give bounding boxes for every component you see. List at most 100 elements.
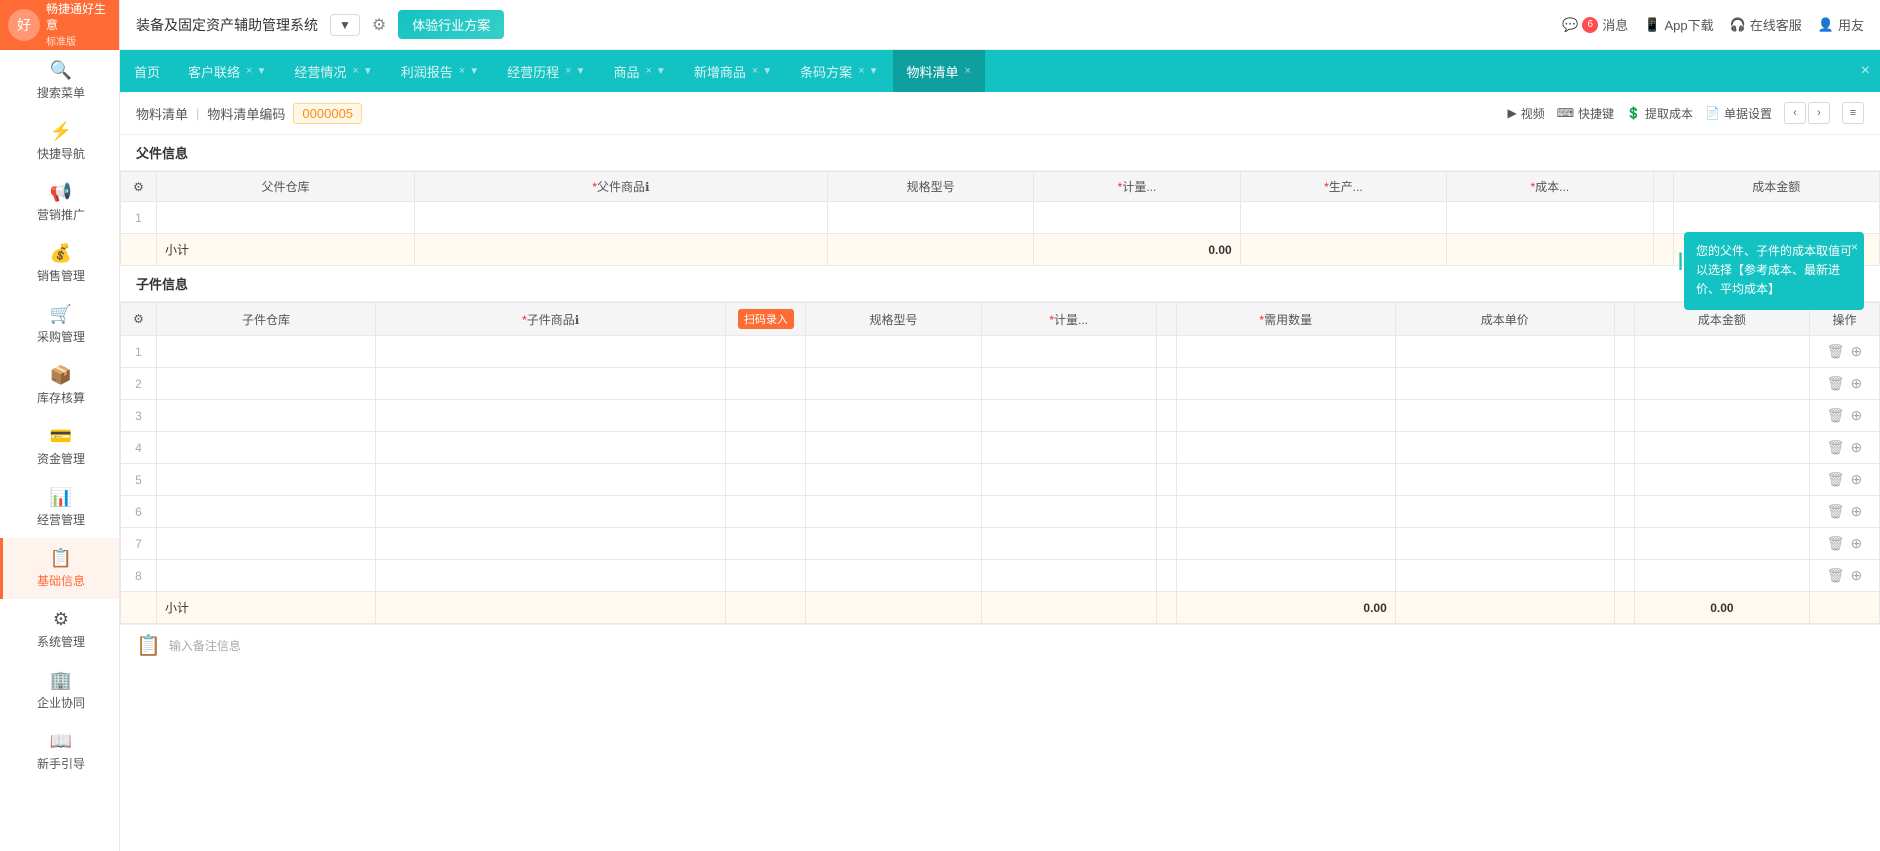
child-row-1-unit[interactable]	[981, 336, 1156, 368]
delete-icon-row6[interactable]: 🗑	[1827, 503, 1845, 520]
child-row-3-product[interactable]	[376, 400, 726, 432]
child-row-1-unit-cost[interactable]	[1395, 336, 1614, 368]
th-child-settings[interactable]: ⚙	[121, 303, 157, 336]
child-row-2-unit[interactable]	[981, 368, 1156, 400]
toolbar-menu-btn[interactable]: ≡	[1842, 102, 1864, 124]
sidebar-item-quick-nav[interactable]: ⚡ 快捷导航	[0, 111, 119, 172]
child-row-7-unit[interactable]	[981, 528, 1156, 560]
app-download-button[interactable]: 📱 App下载	[1644, 15, 1713, 34]
child-row-2-warehouse[interactable]	[157, 368, 376, 400]
copy-icon-row2[interactable]: ⊕	[1851, 375, 1863, 392]
nav-next-btn[interactable]: ›	[1808, 102, 1830, 124]
toolbar-video[interactable]: ▶ 视频	[1507, 105, 1544, 122]
tab-history[interactable]: 经营历程 × ▼	[493, 50, 599, 92]
tab-goods[interactable]: 商品 × ▼	[599, 50, 679, 92]
child-row-4-qty[interactable]	[1176, 432, 1395, 464]
copy-icon-row6[interactable]: ⊕	[1851, 503, 1863, 520]
delete-icon-row5[interactable]: 🗑	[1827, 471, 1845, 488]
sidebar-item-system[interactable]: ⚙ 系统管理	[0, 599, 119, 660]
breadcrumb-item-1[interactable]: 物料清单	[136, 104, 188, 123]
parent-cost-cell[interactable]	[1447, 202, 1653, 234]
tab-bom[interactable]: 物料清单 ×	[893, 50, 985, 92]
sidebar-item-marketing[interactable]: 📢 营销推广	[0, 172, 119, 233]
child-row-6-unit[interactable]	[981, 496, 1156, 528]
delete-icon-row7[interactable]: 🗑	[1827, 535, 1845, 552]
child-row-7-product[interactable]	[376, 528, 726, 560]
sidebar-item-sales[interactable]: 💰 销售管理	[0, 233, 119, 294]
toolbar-shortcut[interactable]: ⌨ 快捷键	[1557, 105, 1614, 122]
parent-unit-cell[interactable]	[1034, 202, 1240, 234]
note-placeholder[interactable]: 输入备注信息	[169, 637, 241, 654]
toolbar-single-settings[interactable]: 📄 单据设置	[1705, 105, 1772, 122]
copy-icon-row1[interactable]: ⊕	[1851, 343, 1863, 360]
message-button[interactable]: 💬 6 消息	[1562, 15, 1628, 34]
settings-icon[interactable]: ⚙	[372, 15, 386, 35]
child-row-8-qty[interactable]	[1176, 560, 1395, 592]
copy-icon-row8[interactable]: ⊕	[1851, 567, 1863, 584]
tab-profit-close[interactable]: ×	[459, 65, 465, 77]
child-row-6-spec[interactable]	[806, 496, 981, 528]
sidebar-item-inventory[interactable]: 📦 库存核算	[0, 355, 119, 416]
child-row-1-warehouse[interactable]	[157, 336, 376, 368]
parent-product-cell[interactable]	[415, 202, 828, 234]
child-row-3-unit[interactable]	[981, 400, 1156, 432]
child-row-4-spec[interactable]	[806, 432, 981, 464]
th-parent-settings[interactable]: ⚙	[121, 172, 157, 202]
sidebar-item-enterprise[interactable]: 🏢 企业协同	[0, 660, 119, 721]
tab-customer-close[interactable]: ×	[246, 65, 252, 77]
sidebar-item-search[interactable]: 🔍 搜索菜单	[0, 50, 119, 111]
child-row-2-qty[interactable]	[1176, 368, 1395, 400]
child-row-1-product[interactable]	[376, 336, 726, 368]
toolbar-extract-cost[interactable]: 💲 提取成本	[1626, 105, 1693, 122]
tooltip-close-button[interactable]: ×	[1851, 238, 1858, 257]
delete-icon-row2[interactable]: 🗑	[1827, 375, 1845, 392]
child-row-5-unit-cost[interactable]	[1395, 464, 1614, 496]
child-row-4-unit-cost[interactable]	[1395, 432, 1614, 464]
child-row-6-warehouse[interactable]	[157, 496, 376, 528]
delete-icon-row3[interactable]: 🗑	[1827, 407, 1845, 424]
child-row-5-qty[interactable]	[1176, 464, 1395, 496]
tab-new-goods-close[interactable]: ×	[752, 65, 758, 77]
child-row-2-product[interactable]	[376, 368, 726, 400]
online-service-button[interactable]: 🎧 在线客服	[1730, 15, 1802, 34]
child-row-4-product[interactable]	[376, 432, 726, 464]
sidebar-item-basic-info[interactable]: 📋 基础信息	[0, 538, 119, 599]
child-row-3-unit-cost[interactable]	[1395, 400, 1614, 432]
tab-profit[interactable]: 利润报告 × ▼	[387, 50, 493, 92]
child-row-6-qty[interactable]	[1176, 496, 1395, 528]
tab-history-close[interactable]: ×	[565, 65, 571, 77]
child-row-6-unit-cost[interactable]	[1395, 496, 1614, 528]
tab-operations-close[interactable]: ×	[352, 65, 358, 77]
child-row-8-warehouse[interactable]	[157, 560, 376, 592]
tab-bom-close[interactable]: ×	[965, 65, 971, 77]
tab-home[interactable]: 首页	[120, 50, 174, 92]
parent-spec-cell[interactable]	[827, 202, 1033, 234]
child-row-8-spec[interactable]	[806, 560, 981, 592]
child-row-4-warehouse[interactable]	[157, 432, 376, 464]
child-row-3-warehouse[interactable]	[157, 400, 376, 432]
trial-button[interactable]: 体验行业方案	[398, 10, 504, 39]
child-row-5-warehouse[interactable]	[157, 464, 376, 496]
user-menu[interactable]: 👤 用友	[1818, 15, 1864, 34]
child-row-2-unit-cost[interactable]	[1395, 368, 1614, 400]
copy-icon-row7[interactable]: ⊕	[1851, 535, 1863, 552]
child-row-7-warehouse[interactable]	[157, 528, 376, 560]
delete-icon-row8[interactable]: 🗑	[1827, 567, 1845, 584]
parent-batch-cell[interactable]	[1240, 202, 1446, 234]
child-row-7-qty[interactable]	[1176, 528, 1395, 560]
sidebar-item-operations[interactable]: 📊 经营管理	[0, 477, 119, 538]
tab-barcode[interactable]: 条码方案 × ▼	[786, 50, 892, 92]
child-row-1-spec[interactable]	[806, 336, 981, 368]
copy-icon-row4[interactable]: ⊕	[1851, 439, 1863, 456]
child-row-5-spec[interactable]	[806, 464, 981, 496]
sidebar-item-purchase[interactable]: 🛒 采购管理	[0, 294, 119, 355]
system-dropdown[interactable]: ▼	[330, 14, 360, 36]
parent-warehouse-cell[interactable]	[157, 202, 415, 234]
sidebar-item-guide[interactable]: 📖 新手引导	[0, 721, 119, 782]
child-row-4-unit[interactable]	[981, 432, 1156, 464]
scan-button[interactable]: 扫码录入	[738, 309, 794, 329]
child-row-1-qty[interactable]	[1176, 336, 1395, 368]
close-all-tabs[interactable]: ×	[1851, 62, 1880, 80]
delete-icon-row4[interactable]: 🗑	[1827, 439, 1845, 456]
tab-barcode-close[interactable]: ×	[858, 65, 864, 77]
